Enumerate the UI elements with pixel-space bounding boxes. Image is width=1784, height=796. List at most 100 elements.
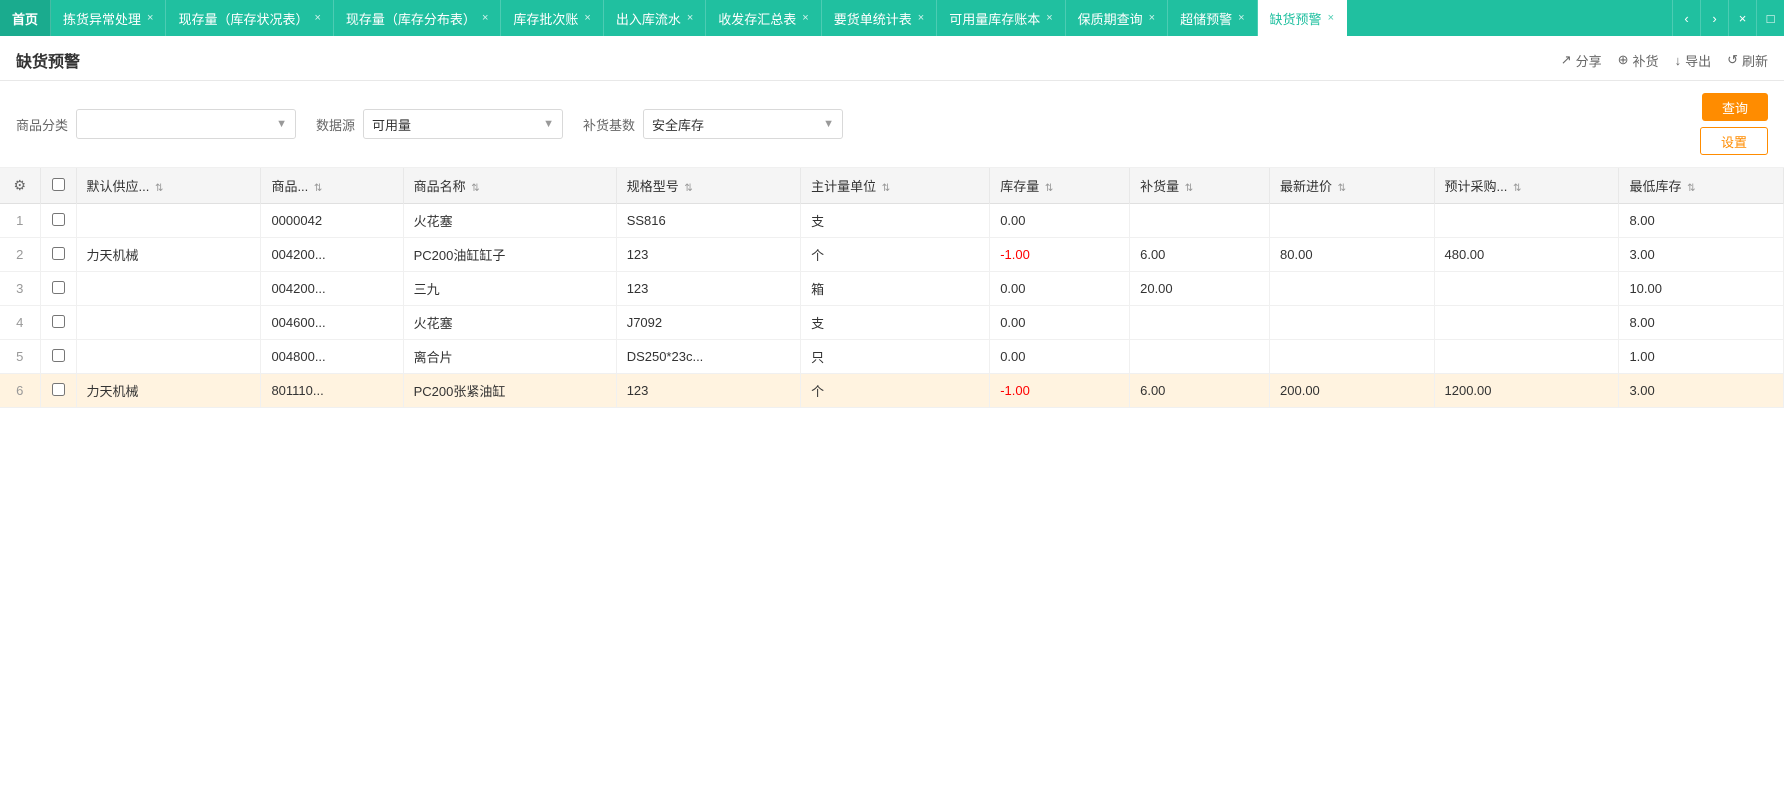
- col-est-purchase-label: 预计采购...: [1445, 179, 1508, 194]
- tab-shortage-label: 缺货预警: [1270, 9, 1322, 28]
- col-min-stock[interactable]: 最低库存 ⇅: [1619, 168, 1784, 204]
- col-product-name-sort-icon: ⇅: [471, 183, 479, 194]
- replenish-button[interactable]: ⊕ 补货: [1618, 51, 1659, 70]
- tab-inout-flow-close[interactable]: ×: [687, 12, 693, 24]
- col-product-code[interactable]: 商品... ⇅: [261, 168, 403, 204]
- tab-abnormal[interactable]: 拣货异常处理 ×: [51, 0, 166, 36]
- query-button[interactable]: 查询: [1702, 93, 1768, 121]
- row-spec-cell: SS816: [616, 204, 800, 238]
- col-stock[interactable]: 库存量 ⇅: [990, 168, 1130, 204]
- tab-abnormal-label: 拣货异常处理: [63, 9, 141, 28]
- row-est-purchase-cell: [1434, 340, 1619, 374]
- row-replenish-cell: 20.00: [1130, 272, 1270, 306]
- col-replenish[interactable]: 补货量 ⇅: [1130, 168, 1270, 204]
- row-checkbox-cell[interactable]: [40, 306, 76, 340]
- col-latest-price[interactable]: 最新进价 ⇅: [1270, 168, 1434, 204]
- table-settings-gear-icon[interactable]: ⚙: [13, 177, 26, 193]
- row-spec-cell: 123: [616, 272, 800, 306]
- tab-home[interactable]: 首页: [0, 0, 51, 36]
- col-settings[interactable]: ⚙: [0, 168, 40, 204]
- tab-demand-stat-close[interactable]: ×: [918, 12, 924, 24]
- row-checkbox[interactable]: [52, 315, 65, 328]
- refresh-button[interactable]: ↺ 刷新: [1727, 51, 1768, 70]
- tab-inventory-dist[interactable]: 现存量（库存分布表） ×: [334, 0, 501, 36]
- row-latest-price-cell: [1270, 272, 1434, 306]
- category-filter-select[interactable]: ▼: [76, 109, 296, 139]
- tab-inventory-dist-close[interactable]: ×: [482, 12, 488, 24]
- share-icon: ↗: [1561, 52, 1572, 68]
- row-checkbox-cell[interactable]: [40, 340, 76, 374]
- col-min-stock-sort-icon: ⇅: [1687, 183, 1695, 194]
- tab-maximize-button[interactable]: □: [1756, 0, 1784, 36]
- share-button[interactable]: ↗ 分享: [1561, 51, 1602, 70]
- tab-abnormal-close[interactable]: ×: [147, 12, 153, 24]
- select-all-checkbox[interactable]: [52, 178, 65, 191]
- row-product-code-cell: 004600...: [261, 306, 403, 340]
- row-supplier-cell: [76, 306, 261, 340]
- row-checkbox[interactable]: [52, 247, 65, 260]
- page-content: 缺货预警 ↗ 分享 ⊕ 补货 ↓ 导出 ↺ 刷新 商品分类: [0, 36, 1784, 796]
- col-unit[interactable]: 主计量单位 ⇅: [801, 168, 990, 204]
- datasource-filter-select[interactable]: 可用量 ▼: [363, 109, 563, 139]
- tab-shortage-close[interactable]: ×: [1328, 12, 1334, 24]
- tab-collect-summary[interactable]: 收发存汇总表 ×: [706, 0, 821, 36]
- col-stock-label: 库存量: [1000, 179, 1039, 194]
- table-row: 4 004600... 火花塞 J7092 支 0.00 8.00: [0, 306, 1784, 340]
- col-est-purchase-sort-icon: ⇅: [1513, 183, 1521, 194]
- tab-overstock-close[interactable]: ×: [1238, 12, 1244, 24]
- tab-available-ledger-label: 可用量库存账本: [949, 9, 1040, 28]
- tab-overstock-label: 超储预警: [1180, 9, 1232, 28]
- row-checkbox[interactable]: [52, 349, 65, 362]
- col-select-all[interactable]: [40, 168, 76, 204]
- tab-available-ledger-close[interactable]: ×: [1046, 12, 1052, 24]
- tab-next-button[interactable]: ›: [1700, 0, 1728, 36]
- row-checkbox-cell[interactable]: [40, 238, 76, 272]
- col-spec[interactable]: 规格型号 ⇅: [616, 168, 800, 204]
- row-replenish-cell: 6.00: [1130, 374, 1270, 408]
- row-checkbox[interactable]: [52, 383, 65, 396]
- row-stock-cell: -1.00: [990, 238, 1130, 272]
- tab-inventory-status[interactable]: 现存量（库存状况表） ×: [166, 0, 333, 36]
- tab-shortage[interactable]: 缺货预警 ×: [1258, 0, 1347, 36]
- col-product-code-label: 商品...: [271, 179, 308, 194]
- tab-batch-account-close[interactable]: ×: [584, 12, 590, 24]
- tab-batch-account[interactable]: 库存批次账 ×: [501, 0, 603, 36]
- tab-inventory-status-close[interactable]: ×: [314, 12, 320, 24]
- row-num-cell: 1: [0, 204, 40, 238]
- row-checkbox-cell[interactable]: [40, 374, 76, 408]
- col-product-code-sort-icon: ⇅: [314, 183, 322, 194]
- row-checkbox-cell[interactable]: [40, 204, 76, 238]
- tab-expiry-query[interactable]: 保质期查询 ×: [1066, 0, 1168, 36]
- row-replenish-cell: 6.00: [1130, 238, 1270, 272]
- row-min-stock-cell: 1.00: [1619, 340, 1784, 374]
- tab-inout-flow[interactable]: 出入库流水 ×: [604, 0, 706, 36]
- tab-available-ledger[interactable]: 可用量库存账本 ×: [937, 0, 1065, 36]
- col-replenish-sort-icon: ⇅: [1185, 183, 1193, 194]
- col-product-name[interactable]: 商品名称 ⇅: [403, 168, 616, 204]
- tab-demand-stat[interactable]: 要货单统计表 ×: [822, 0, 937, 36]
- tab-collect-summary-close[interactable]: ×: [802, 12, 808, 24]
- row-stock-cell: 0.00: [990, 272, 1130, 306]
- tab-close-window-button[interactable]: ×: [1728, 0, 1756, 36]
- export-button[interactable]: ↓ 导出: [1675, 51, 1712, 70]
- col-supplier[interactable]: 默认供应... ⇅: [76, 168, 261, 204]
- row-product-code-cell: 0000042: [261, 204, 403, 238]
- tab-prev-button[interactable]: ‹: [1672, 0, 1700, 36]
- tab-overstock[interactable]: 超储预警 ×: [1168, 0, 1257, 36]
- row-checkbox[interactable]: [52, 213, 65, 226]
- tab-expiry-query-close[interactable]: ×: [1149, 12, 1155, 24]
- row-num-cell: 4: [0, 306, 40, 340]
- row-spec-cell: DS250*23c...: [616, 340, 800, 374]
- row-supplier-cell: [76, 340, 261, 374]
- row-min-stock-cell: 10.00: [1619, 272, 1784, 306]
- row-min-stock-cell: 3.00: [1619, 238, 1784, 272]
- row-num-cell: 3: [0, 272, 40, 306]
- col-est-purchase[interactable]: 预计采购... ⇅: [1434, 168, 1619, 204]
- header-actions: ↗ 分享 ⊕ 补货 ↓ 导出 ↺ 刷新: [1561, 51, 1768, 70]
- row-product-code-cell: 004200...: [261, 238, 403, 272]
- row-checkbox[interactable]: [52, 281, 65, 294]
- settings-button[interactable]: 设置: [1700, 127, 1768, 155]
- replenish-base-filter-select[interactable]: 安全库存 ▼: [643, 109, 843, 139]
- row-checkbox-cell[interactable]: [40, 272, 76, 306]
- col-supplier-sort-icon: ⇅: [155, 183, 163, 194]
